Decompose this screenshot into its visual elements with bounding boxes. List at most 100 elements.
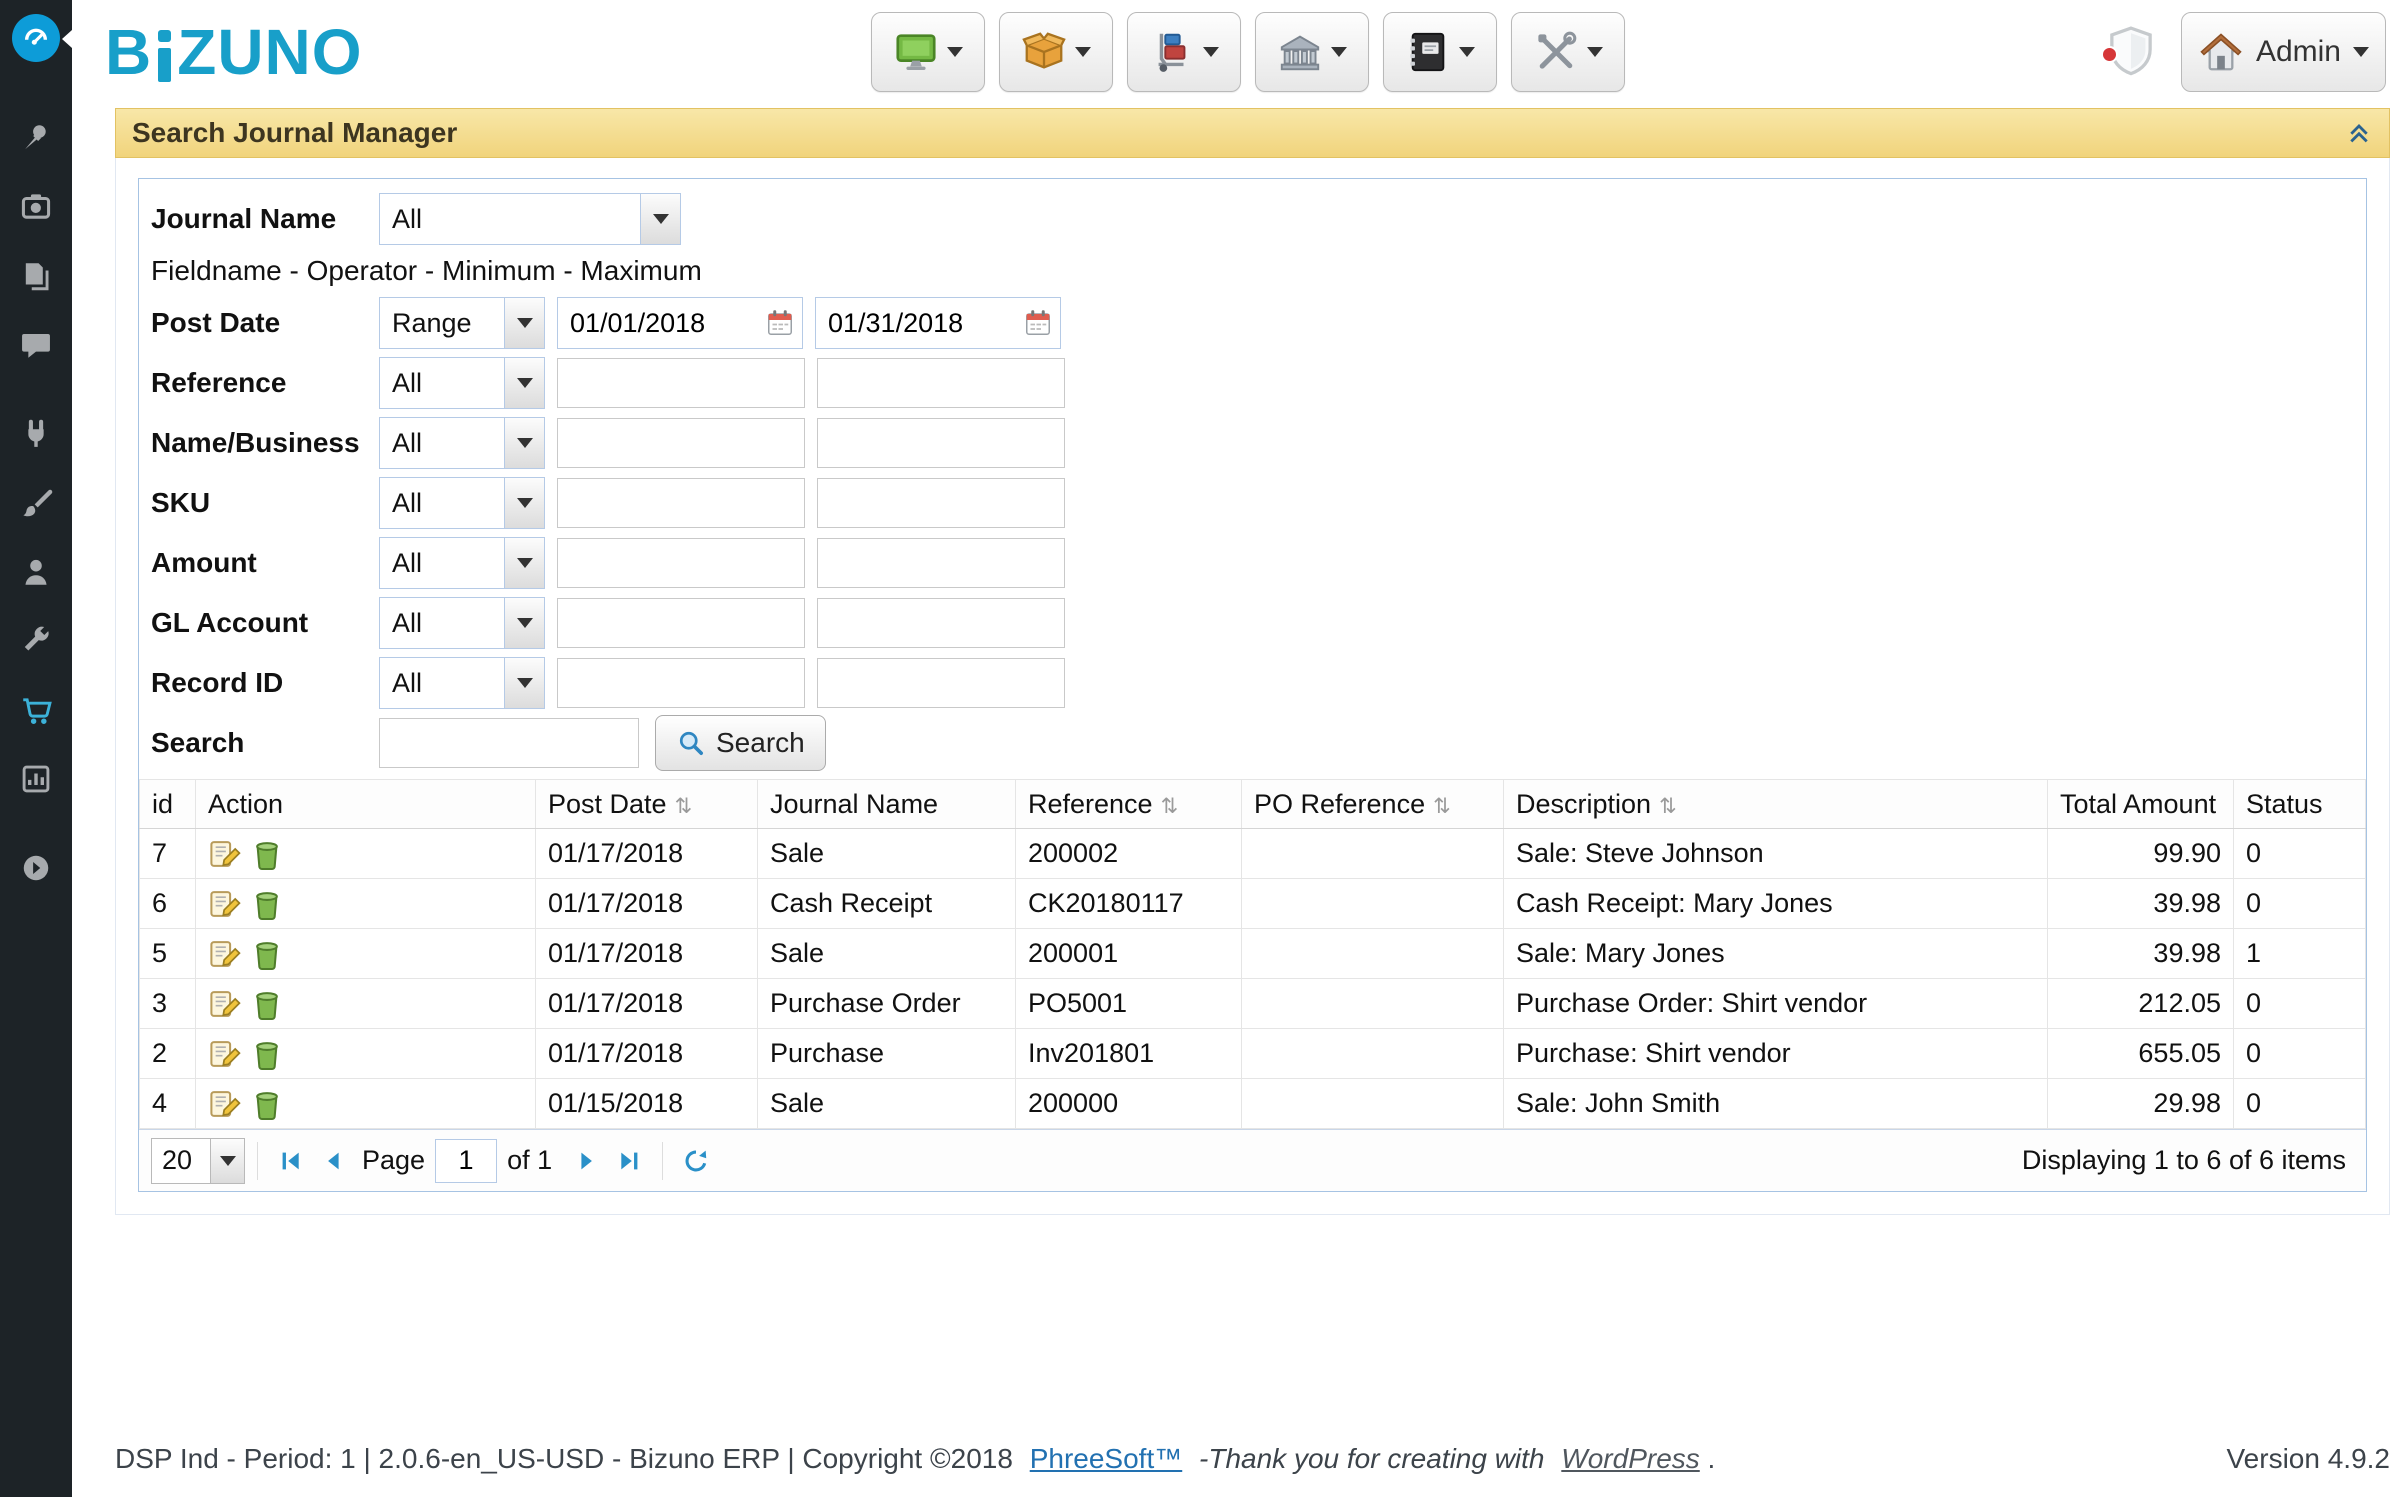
edit-icon[interactable] — [208, 1037, 242, 1071]
max-input[interactable] — [817, 418, 1065, 468]
phreesoft-link[interactable]: PhreeSoft™ — [1030, 1443, 1183, 1474]
sort-icon[interactable]: ⇅ — [1659, 795, 1677, 818]
sort-icon[interactable]: ⇅ — [1161, 795, 1179, 818]
delete-icon[interactable] — [250, 937, 284, 971]
sidebar-item-comments[interactable] — [0, 327, 72, 363]
min-input[interactable] — [557, 538, 805, 588]
table-row[interactable]: 5 01/17/2018 Sale 200001 Sale: Mary Jone… — [140, 929, 2366, 979]
col-reference[interactable]: Reference⇅ — [1016, 780, 1242, 829]
chevron-down-icon[interactable] — [2353, 47, 2369, 57]
min-input[interactable] — [557, 478, 805, 528]
delete-icon[interactable] — [250, 1037, 284, 1071]
edit-icon[interactable] — [208, 887, 242, 921]
chevron-down-icon[interactable] — [210, 1139, 244, 1183]
min-input[interactable] — [557, 358, 805, 408]
operator-select[interactable]: All — [379, 657, 545, 709]
chevron-down-icon[interactable] — [640, 194, 680, 244]
min-input[interactable] — [557, 598, 805, 648]
table-row[interactable]: 4 01/15/2018 Sale 200000 Sale: John Smit… — [140, 1079, 2366, 1129]
edit-icon[interactable] — [208, 987, 242, 1021]
table-row[interactable]: 6 01/17/2018 Cash Receipt CK20180117 Cas… — [140, 879, 2366, 929]
table-row[interactable]: 3 01/17/2018 Purchase Order PO5001 Purch… — [140, 979, 2366, 1029]
sort-icon[interactable]: ⇅ — [675, 795, 693, 818]
menu-button-business[interactable] — [871, 12, 985, 92]
chevron-down-icon[interactable] — [504, 538, 544, 588]
prev-page-button[interactable] — [312, 1140, 354, 1182]
operator-select[interactable]: All — [379, 597, 545, 649]
edit-icon[interactable] — [208, 1087, 242, 1121]
last-page-button[interactable] — [608, 1140, 650, 1182]
bizuno-logo[interactable]: B ZUNO — [105, 20, 363, 84]
sidebar-item-posts[interactable] — [0, 120, 72, 156]
max-input[interactable] — [817, 478, 1065, 528]
security-shield-button[interactable] — [2103, 22, 2161, 82]
menu-button-shipping[interactable] — [1127, 12, 1241, 92]
date-min-input[interactable] — [558, 298, 758, 348]
panel-collapse-button[interactable] — [2345, 119, 2373, 147]
search-input[interactable] — [379, 718, 639, 768]
calendar-icon[interactable] — [758, 308, 802, 338]
chevron-down-icon[interactable] — [504, 658, 544, 708]
sidebar-item-appearance[interactable] — [0, 485, 72, 521]
min-input[interactable] — [557, 658, 805, 708]
chevron-down-icon[interactable] — [1075, 47, 1091, 57]
operator-select[interactable]: All — [379, 357, 545, 409]
col-post-date[interactable]: Post Date⇅ — [536, 780, 758, 829]
sidebar-item-users[interactable] — [0, 554, 72, 590]
sidebar-item-reports[interactable] — [0, 761, 72, 797]
wordpress-link[interactable]: WordPress — [1561, 1443, 1699, 1474]
menu-button-inventory[interactable] — [999, 12, 1113, 92]
operator-select[interactable]: All — [379, 537, 545, 589]
first-page-button[interactable] — [270, 1140, 312, 1182]
page-number-input[interactable] — [435, 1139, 497, 1183]
delete-icon[interactable] — [250, 987, 284, 1021]
operator-select[interactable]: All — [379, 417, 545, 469]
chevron-down-icon[interactable] — [1587, 47, 1603, 57]
sidebar-item-pages[interactable] — [0, 258, 72, 294]
edit-icon[interactable] — [208, 937, 242, 971]
sidebar-item-collapse[interactable] — [0, 850, 72, 886]
chevron-down-icon[interactable] — [1331, 47, 1347, 57]
date-max-input[interactable] — [816, 298, 1016, 348]
operator-select[interactable]: Range — [379, 297, 545, 349]
delete-icon[interactable] — [250, 887, 284, 921]
chevron-down-icon[interactable] — [504, 358, 544, 408]
search-button[interactable]: Search — [655, 715, 826, 771]
next-page-button[interactable] — [566, 1140, 608, 1182]
date-min-combo[interactable] — [557, 297, 803, 349]
sidebar-item-tools[interactable] — [0, 623, 72, 659]
max-input[interactable] — [817, 358, 1065, 408]
max-input[interactable] — [817, 538, 1065, 588]
table-row[interactable]: 7 01/17/2018 Sale 200002 Sale: Steve Joh… — [140, 829, 2366, 879]
menu-button-tools[interactable] — [1511, 12, 1625, 92]
chevron-down-icon[interactable] — [504, 598, 544, 648]
journal-name-select[interactable]: All — [379, 193, 681, 245]
refresh-button[interactable] — [675, 1140, 717, 1182]
admin-menu-button[interactable]: Admin — [2181, 12, 2386, 92]
chevron-down-icon[interactable] — [947, 47, 963, 57]
sidebar-item-media[interactable] — [0, 189, 72, 225]
page-size-select[interactable]: 20 — [151, 1138, 245, 1184]
delete-icon[interactable] — [250, 837, 284, 871]
max-input[interactable] — [817, 598, 1065, 648]
chevron-down-icon[interactable] — [504, 418, 544, 468]
menu-button-ledger[interactable] — [1383, 12, 1497, 92]
sidebar-item-plugins[interactable] — [0, 416, 72, 452]
delete-icon[interactable] — [250, 1087, 284, 1121]
table-row[interactable]: 2 01/17/2018 Purchase Inv201801 Purchase… — [140, 1029, 2366, 1079]
min-input[interactable] — [557, 418, 805, 468]
col-po-reference[interactable]: PO Reference⇅ — [1242, 780, 1504, 829]
operator-select[interactable]: All — [379, 477, 545, 529]
chevron-down-icon[interactable] — [504, 478, 544, 528]
calendar-icon[interactable] — [1016, 308, 1060, 338]
sort-icon[interactable]: ⇅ — [1433, 795, 1451, 818]
menu-button-banking[interactable] — [1255, 12, 1369, 92]
edit-icon[interactable] — [208, 837, 242, 871]
col-description[interactable]: Description⇅ — [1504, 780, 2048, 829]
sidebar-item-bizuno[interactable] — [0, 692, 72, 728]
chevron-down-icon[interactable] — [1459, 47, 1475, 57]
chevron-down-icon[interactable] — [1203, 47, 1219, 57]
date-max-combo[interactable] — [815, 297, 1061, 349]
max-input[interactable] — [817, 658, 1065, 708]
chevron-down-icon[interactable] — [504, 298, 544, 348]
